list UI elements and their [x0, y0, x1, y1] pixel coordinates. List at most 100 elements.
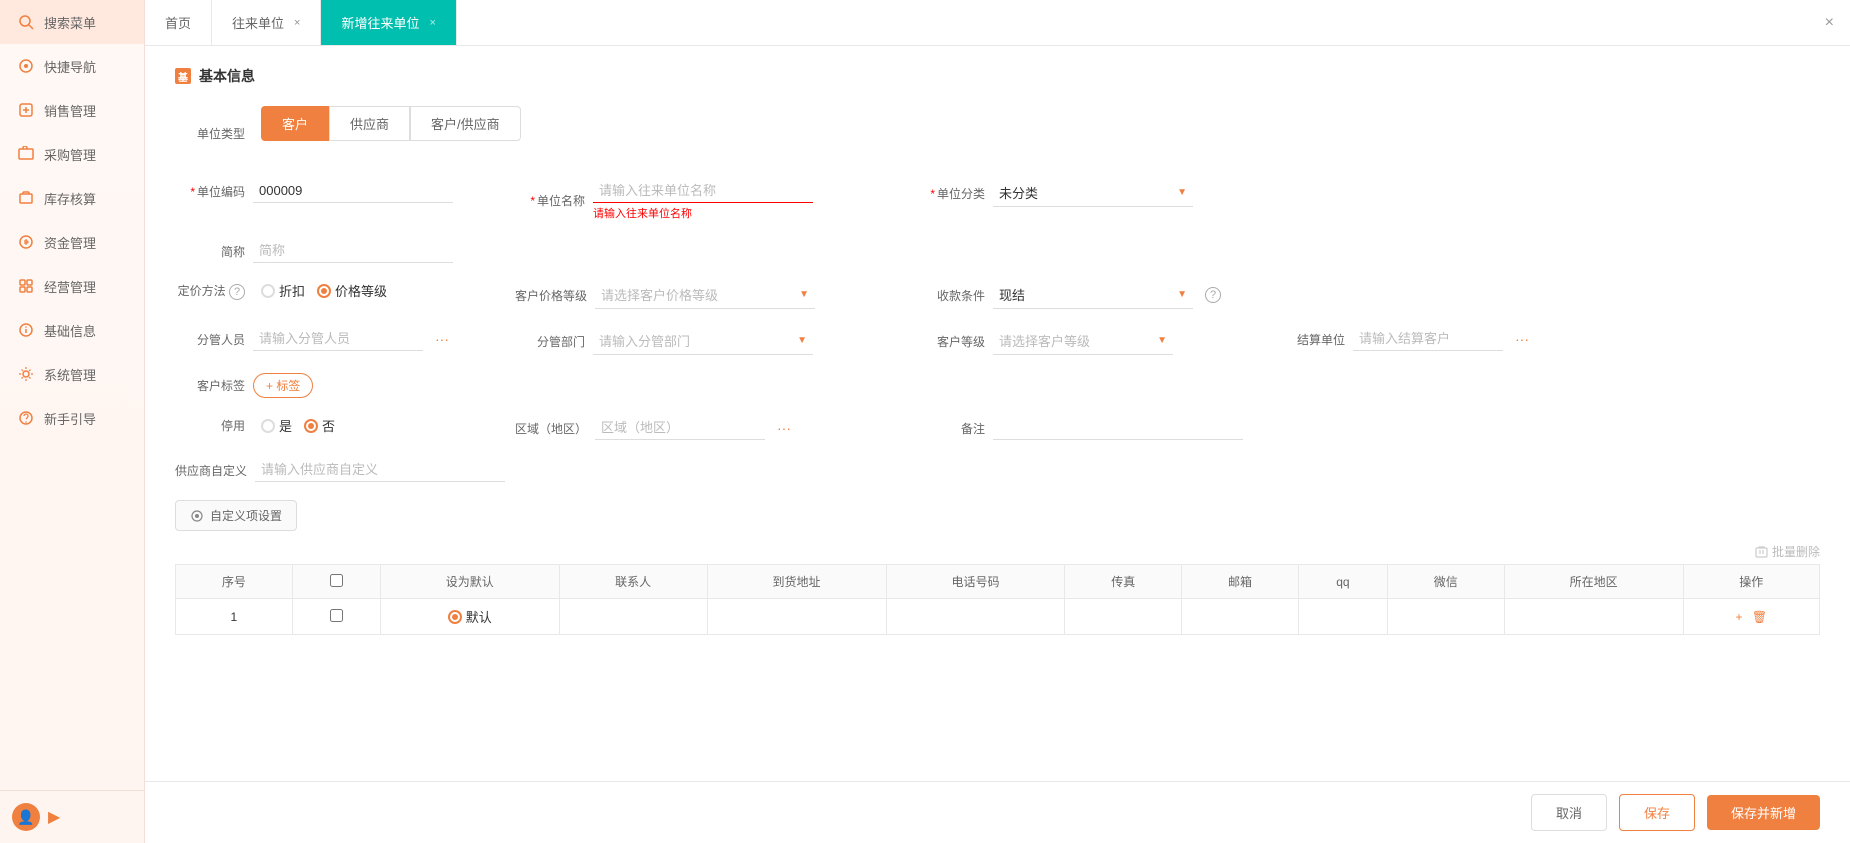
- pricing-help-icon[interactable]: ?: [229, 284, 245, 300]
- cell-checkbox: [292, 599, 380, 635]
- col-default: 设为默认: [380, 565, 559, 599]
- sidebar-item-info[interactable]: 基础信息: [0, 308, 144, 352]
- sidebar-item-sales[interactable]: 销售管理: [0, 88, 144, 132]
- department-select[interactable]: 请输入分管部门 ▼: [593, 327, 813, 355]
- tab-new-partner[interactable]: 新增往来单位 ×: [321, 0, 456, 45]
- col-email: 邮箱: [1182, 565, 1299, 599]
- sidebar-item-finance-label: 资金管理: [44, 233, 96, 252]
- supplier-custom-input[interactable]: [255, 458, 505, 482]
- col-contact: 联系人: [559, 565, 707, 599]
- custom-settings-button[interactable]: 自定义项设置: [175, 500, 297, 531]
- region-input[interactable]: [595, 416, 765, 440]
- settings-icon: [190, 509, 204, 523]
- pricing-method-radio: 折扣 价格等级: [261, 281, 387, 300]
- search-icon: [16, 12, 36, 32]
- department-label: 分管部门: [515, 333, 585, 350]
- tab-partners-close[interactable]: ×: [294, 17, 300, 29]
- unit-category-select[interactable]: 未分类 ▼: [993, 179, 1193, 207]
- add-tag-button[interactable]: + 标签: [253, 373, 313, 398]
- row-manager: 分管人员 ··· 分管部门 请输入分管部门 ▼ 客户等级 请选择客户等级 ▼ 结…: [175, 327, 1820, 355]
- customer-level-select[interactable]: 请选择客户等级 ▼: [993, 327, 1173, 355]
- sidebar-bottom: 👤 ▶: [0, 790, 144, 843]
- department-field: 分管部门 请输入分管部门 ▼: [515, 327, 915, 355]
- unit-category-arrow: ▼: [1177, 187, 1187, 198]
- payment-terms-select[interactable]: 现结 ▼: [993, 281, 1193, 309]
- customer-level-arrow: ▼: [1157, 335, 1167, 346]
- table-header-row: 序号 设为默认 联系人 到货地址 电话号码 传真 邮箱 qq 微信 所在地区 操…: [176, 565, 1820, 599]
- tab-bar: 首页 往来单位 × 新增往来单位 × ×: [145, 0, 1850, 46]
- settlement-unit-ellipsis[interactable]: ···: [1511, 331, 1533, 347]
- manager-input[interactable]: [253, 327, 423, 351]
- cell-qq: [1298, 599, 1387, 635]
- alias-label: 简称: [175, 243, 245, 260]
- sidebar-item-nav[interactable]: 快捷导航: [0, 44, 144, 88]
- region-ellipsis[interactable]: ···: [773, 420, 795, 436]
- type-btn-both[interactable]: 客户/供应商: [410, 106, 521, 141]
- alias-field: 简称: [175, 239, 515, 263]
- payment-terms-value: 现结: [999, 285, 1025, 304]
- payment-terms-field: 收款条件 现结 ▼ ?: [915, 281, 1275, 309]
- customer-level-field: 客户等级 请选择客户等级 ▼: [915, 327, 1275, 355]
- settlement-unit-field: 结算单位 ···: [1275, 327, 1615, 351]
- select-all-checkbox[interactable]: [330, 574, 343, 587]
- sidebar-item-inventory[interactable]: 库存核算: [0, 176, 144, 220]
- sales-icon: [16, 100, 36, 120]
- user-avatar: 👤: [12, 803, 40, 831]
- disabled-radio: 是 否: [261, 416, 335, 435]
- type-btn-customer[interactable]: 客户: [261, 106, 329, 141]
- tab-home[interactable]: 首页: [145, 0, 212, 45]
- remark-field: 备注: [915, 416, 1315, 440]
- customer-price-level-select[interactable]: 请选择客户价格等级 ▼: [595, 281, 815, 309]
- delete-row-icon[interactable]: 🗑: [1752, 610, 1767, 624]
- disabled-radio-no[interactable]: 否: [304, 416, 335, 435]
- region-label: 区域（地区）: [515, 420, 587, 437]
- section-icon: 基: [175, 68, 191, 84]
- pricing-radio-discount[interactable]: 折扣: [261, 281, 305, 300]
- info-icon: [16, 320, 36, 340]
- default-label: 默认: [466, 607, 492, 626]
- customer-level-placeholder: 请选择客户等级: [999, 331, 1090, 350]
- col-phone: 电话号码: [886, 565, 1065, 599]
- batch-delete-label[interactable]: 批量删除: [1772, 543, 1820, 560]
- sidebar-item-system-label: 系统管理: [44, 365, 96, 384]
- sidebar-item-guide[interactable]: 新手引导: [0, 396, 144, 440]
- sidebar-item-system[interactable]: 系统管理: [0, 352, 144, 396]
- type-btn-supplier[interactable]: 供应商: [329, 106, 410, 141]
- unit-type-row: 单位类型 客户 供应商 客户/供应商: [175, 106, 1820, 161]
- default-radio[interactable]: 默认: [391, 607, 549, 626]
- sidebar-item-purchase[interactable]: 采购管理: [0, 132, 144, 176]
- tab-new-partner-close[interactable]: ×: [429, 17, 435, 29]
- settlement-unit-input[interactable]: [1353, 327, 1503, 351]
- manager-ellipsis[interactable]: ···: [431, 331, 453, 347]
- add-row-icon[interactable]: +: [1735, 610, 1742, 624]
- tab-partners[interactable]: 往来单位 ×: [212, 0, 321, 45]
- remark-input[interactable]: [993, 416, 1243, 440]
- cell-action: + 🗑: [1683, 599, 1819, 635]
- unit-name-input-group: 请输入往来单位名称: [593, 179, 915, 221]
- payment-terms-help[interactable]: ?: [1205, 287, 1221, 303]
- contacts-table: 序号 设为默认 联系人 到货地址 电话号码 传真 邮箱 qq 微信 所在地区 操…: [175, 564, 1820, 635]
- tab-bar-close-btn[interactable]: ×: [1809, 14, 1850, 32]
- pricing-method-field: 定价方法 ? 折扣 价格等级: [175, 281, 515, 300]
- disabled-radio-yes[interactable]: 是: [261, 416, 292, 435]
- save-button[interactable]: 保存: [1619, 794, 1695, 831]
- unit-type-buttons: 客户 供应商 客户/供应商: [261, 106, 521, 141]
- row-checkbox[interactable]: [330, 609, 343, 622]
- radio-dot-no: [308, 423, 314, 429]
- sidebar-item-finance[interactable]: 资金管理: [0, 220, 144, 264]
- sidebar-item-manage[interactable]: 经营管理: [0, 264, 144, 308]
- supplier-custom-field: 供应商自定义: [175, 458, 575, 482]
- sidebar-item-purchase-label: 采购管理: [44, 145, 96, 164]
- row-code-name-cat: *单位编码 *单位名称 请输入往来单位名称 *单位分类 未分类 ▼: [175, 179, 1820, 221]
- unit-type-field: 单位类型 客户 供应商 客户/供应商: [175, 106, 1820, 161]
- col-address: 到货地址: [707, 565, 886, 599]
- pricing-method-label: 定价方法 ?: [175, 282, 245, 300]
- cancel-button[interactable]: 取消: [1531, 794, 1607, 831]
- unit-code-input[interactable]: [253, 179, 453, 203]
- alias-input[interactable]: [253, 239, 453, 263]
- unit-name-input[interactable]: [593, 179, 813, 203]
- sidebar-item-search[interactable]: 搜索菜单: [0, 0, 144, 44]
- col-fax: 传真: [1065, 565, 1182, 599]
- pricing-radio-level[interactable]: 价格等级: [317, 281, 387, 300]
- save-new-button[interactable]: 保存并新增: [1707, 795, 1820, 830]
